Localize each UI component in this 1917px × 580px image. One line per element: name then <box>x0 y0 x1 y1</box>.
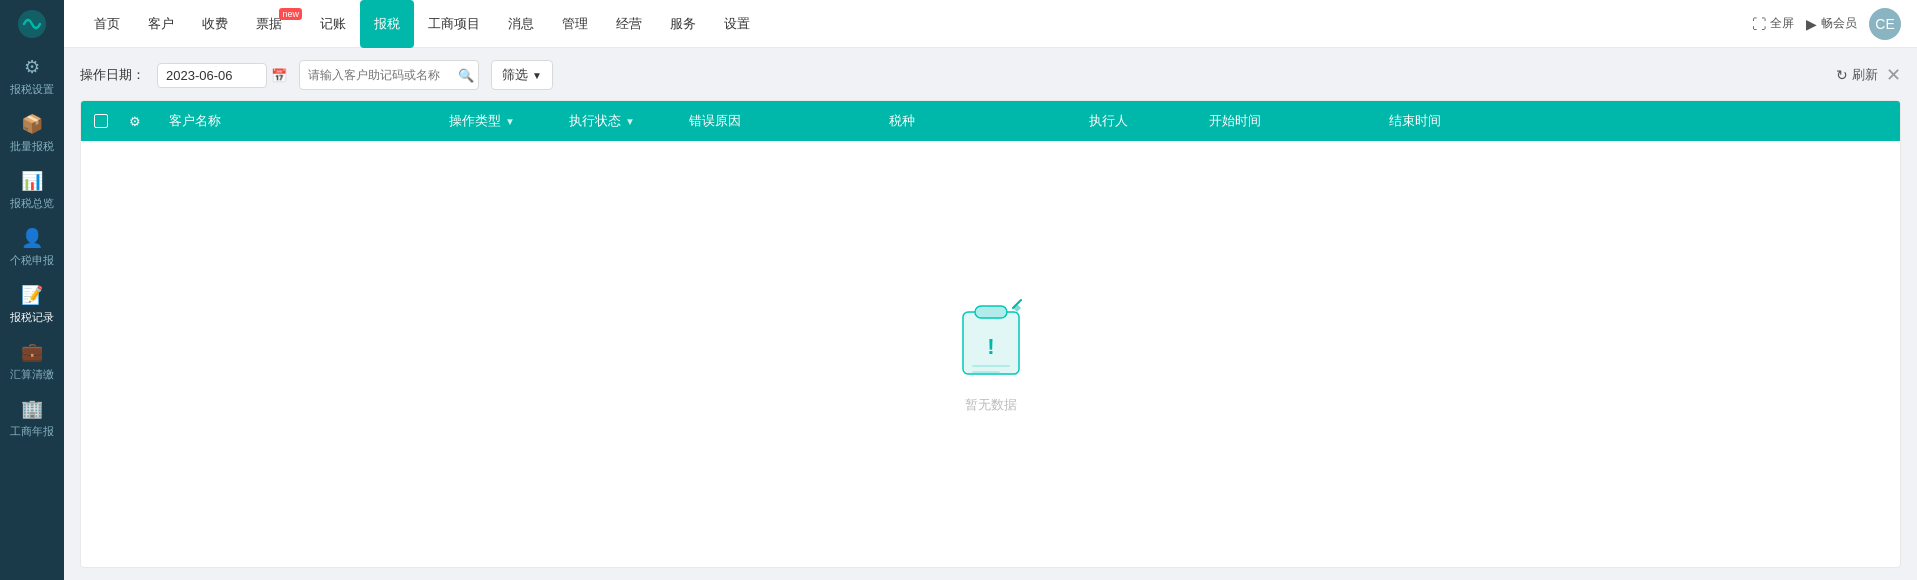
nav-gongshang[interactable]: 工商项目 <box>414 0 494 48</box>
topbar-right: ⛶ 全屏 ▶ 畅会员 CE <box>1752 8 1901 40</box>
topbar-nav: 首页 客户 收费 票据 new 记账 报税 工商项目 消息 <box>80 0 1752 48</box>
app-logo <box>0 0 64 48</box>
search-icon[interactable]: 🔍 <box>458 68 474 83</box>
geshuishenbao-icon: 👤 <box>21 227 43 249</box>
date-label: 操作日期： <box>80 66 145 84</box>
sidebar: ⚙ 报税设置 📦 批量报税 📊 报税总览 👤 个税申报 📝 报税记录 💼 汇算清… <box>0 0 64 580</box>
baoshui-shezhi-icon: ⚙ <box>24 56 40 78</box>
svg-text:!: ! <box>987 334 994 359</box>
toolbar: 操作日期： 📅 🔍 筛选 ▼ ↻ 刷新 ✕ <box>80 60 1901 90</box>
th-exec-status[interactable]: 执行状态 ▼ <box>561 112 681 130</box>
nav-fuwu[interactable]: 服务 <box>656 0 710 48</box>
th-settings: ⚙ <box>121 114 161 129</box>
empty-text: 暂无数据 <box>965 396 1017 414</box>
sidebar-item-piliang-baoshui[interactable]: 📦 批量报税 <box>0 105 64 162</box>
nav-home[interactable]: 首页 <box>80 0 134 48</box>
table-body: ! 暂无数据 <box>81 141 1900 567</box>
th-op-type[interactable]: 操作类型 ▼ <box>441 112 561 130</box>
refresh-icon: ↻ <box>1836 67 1848 83</box>
fullscreen-icon: ⛶ <box>1752 16 1766 32</box>
sidebar-item-baoshui-shezhi[interactable]: ⚙ 报税设置 <box>0 48 64 105</box>
nav-xiaoxi[interactable]: 消息 <box>494 0 548 48</box>
baoshui-zonlan-icon: 📊 <box>21 170 43 192</box>
empty-state: ! 暂无数据 <box>931 274 1051 434</box>
filter-icon-exec-status: ▼ <box>625 116 635 127</box>
svg-rect-2 <box>975 306 1007 318</box>
th-start-time: 开始时间 <box>1201 112 1381 130</box>
sidebar-item-label-baoshui-jilu: 报税记录 <box>10 310 54 325</box>
topbar: 首页 客户 收费 票据 new 记账 报税 工商项目 消息 <box>64 0 1917 48</box>
content-area: 操作日期： 📅 🔍 筛选 ▼ ↻ 刷新 ✕ <box>64 48 1917 580</box>
avatar[interactable]: CE <box>1869 8 1901 40</box>
nav-piaoju[interactable]: 票据 new <box>242 0 306 48</box>
empty-illustration: ! <box>951 294 1031 384</box>
sidebar-item-huisuan-jiaona[interactable]: 💼 汇算清缴 <box>0 333 64 390</box>
sidebar-item-baoshui-jilu[interactable]: 📝 报税记录 <box>0 276 64 333</box>
nav-guanli[interactable]: 管理 <box>548 0 602 48</box>
th-tax-type: 税种 <box>881 112 1081 130</box>
member-button[interactable]: ▶ 畅会员 <box>1806 15 1857 32</box>
th-error-reason: 错误原因 <box>681 112 881 130</box>
nav-baoshui[interactable]: 报税 <box>360 0 414 48</box>
select-all-checkbox[interactable] <box>94 114 108 128</box>
th-customer-name: 客户名称 <box>161 112 441 130</box>
nav-shoufei[interactable]: 收费 <box>188 0 242 48</box>
date-input-wrap: 📅 <box>157 63 287 88</box>
huisuan-jiaona-icon: 💼 <box>21 341 43 363</box>
sidebar-item-label-baoshui-shezhi: 报税设置 <box>10 82 54 97</box>
fullscreen-button[interactable]: ⛶ 全屏 <box>1752 15 1794 32</box>
sidebar-item-baoshui-zonlan[interactable]: 📊 报税总览 <box>0 162 64 219</box>
table-container: ⚙ 客户名称 操作类型 ▼ 执行状态 ▼ 错误原因 税种 <box>80 100 1901 568</box>
th-end-time: 结束时间 <box>1381 112 1561 130</box>
sidebar-item-label-geshuishenbao: 个税申报 <box>10 253 54 268</box>
piliang-baoshui-icon: 📦 <box>21 113 43 135</box>
nav-shezhi[interactable]: 设置 <box>710 0 764 48</box>
calendar-icon[interactable]: 📅 <box>271 68 287 83</box>
date-input[interactable] <box>157 63 267 88</box>
sidebar-item-geshuishenbao[interactable]: 👤 个税申报 <box>0 219 64 276</box>
nav-jingying[interactable]: 经营 <box>602 0 656 48</box>
nav-jizhang[interactable]: 记账 <box>306 0 360 48</box>
gongshang-nianbao-icon: 🏢 <box>21 398 43 420</box>
sidebar-item-label-baoshui-zonlan: 报税总览 <box>10 196 54 211</box>
main-area: 首页 客户 收费 票据 new 记账 报税 工商项目 消息 <box>64 0 1917 580</box>
sidebar-item-label-huisuan-jiaona: 汇算清缴 <box>10 367 54 382</box>
refresh-button[interactable]: ↻ 刷新 <box>1836 66 1878 84</box>
th-checkbox <box>81 114 121 128</box>
new-badge: new <box>279 8 302 21</box>
search-input[interactable] <box>308 68 458 82</box>
video-icon: ▶ <box>1806 16 1817 32</box>
filter-button[interactable]: 筛选 ▼ <box>491 60 553 90</box>
search-wrap: 🔍 <box>299 60 479 90</box>
settings-icon[interactable]: ⚙ <box>129 114 141 129</box>
sidebar-item-label-gongshang-nianbao: 工商年报 <box>10 424 54 439</box>
sidebar-item-label-piliang-baoshui: 批量报税 <box>10 139 54 154</box>
svg-marker-5 <box>1013 304 1021 312</box>
close-button[interactable]: ✕ <box>1886 66 1901 84</box>
toolbar-right: ↻ 刷新 ✕ <box>1836 66 1901 84</box>
baoshui-jilu-icon: 📝 <box>21 284 43 306</box>
filter-icon-op-type: ▼ <box>505 116 515 127</box>
th-executor: 执行人 <box>1081 112 1201 130</box>
table-header: ⚙ 客户名称 操作类型 ▼ 执行状态 ▼ 错误原因 税种 <box>81 101 1900 141</box>
sidebar-item-gongshang-nianbao[interactable]: 🏢 工商年报 <box>0 390 64 447</box>
chevron-down-icon: ▼ <box>532 70 542 81</box>
nav-customers[interactable]: 客户 <box>134 0 188 48</box>
